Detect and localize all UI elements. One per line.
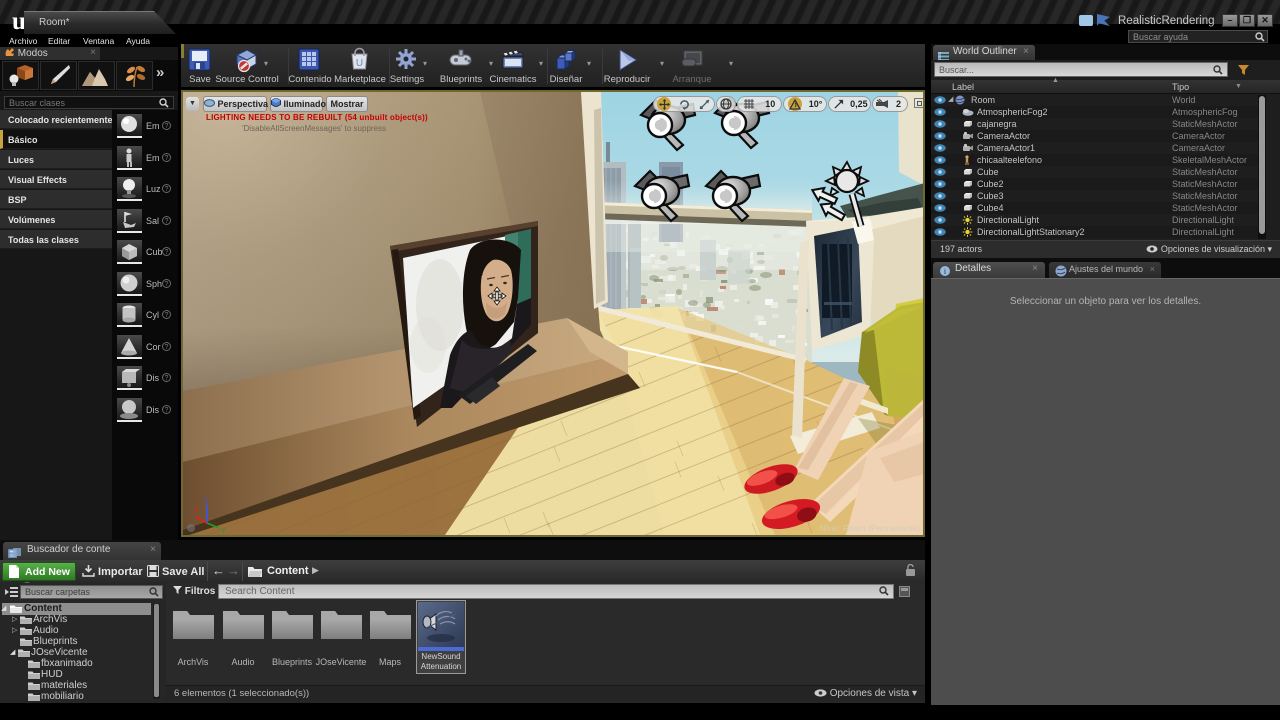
svg-text:Z: Z xyxy=(204,498,209,505)
svg-text:U: U xyxy=(356,58,363,69)
svg-text:Y: Y xyxy=(221,528,226,535)
svg-text:Nivel: Room (Permanente): Nivel: Room (Permanente) xyxy=(819,523,920,533)
svg-text:-x: -x xyxy=(193,507,199,514)
